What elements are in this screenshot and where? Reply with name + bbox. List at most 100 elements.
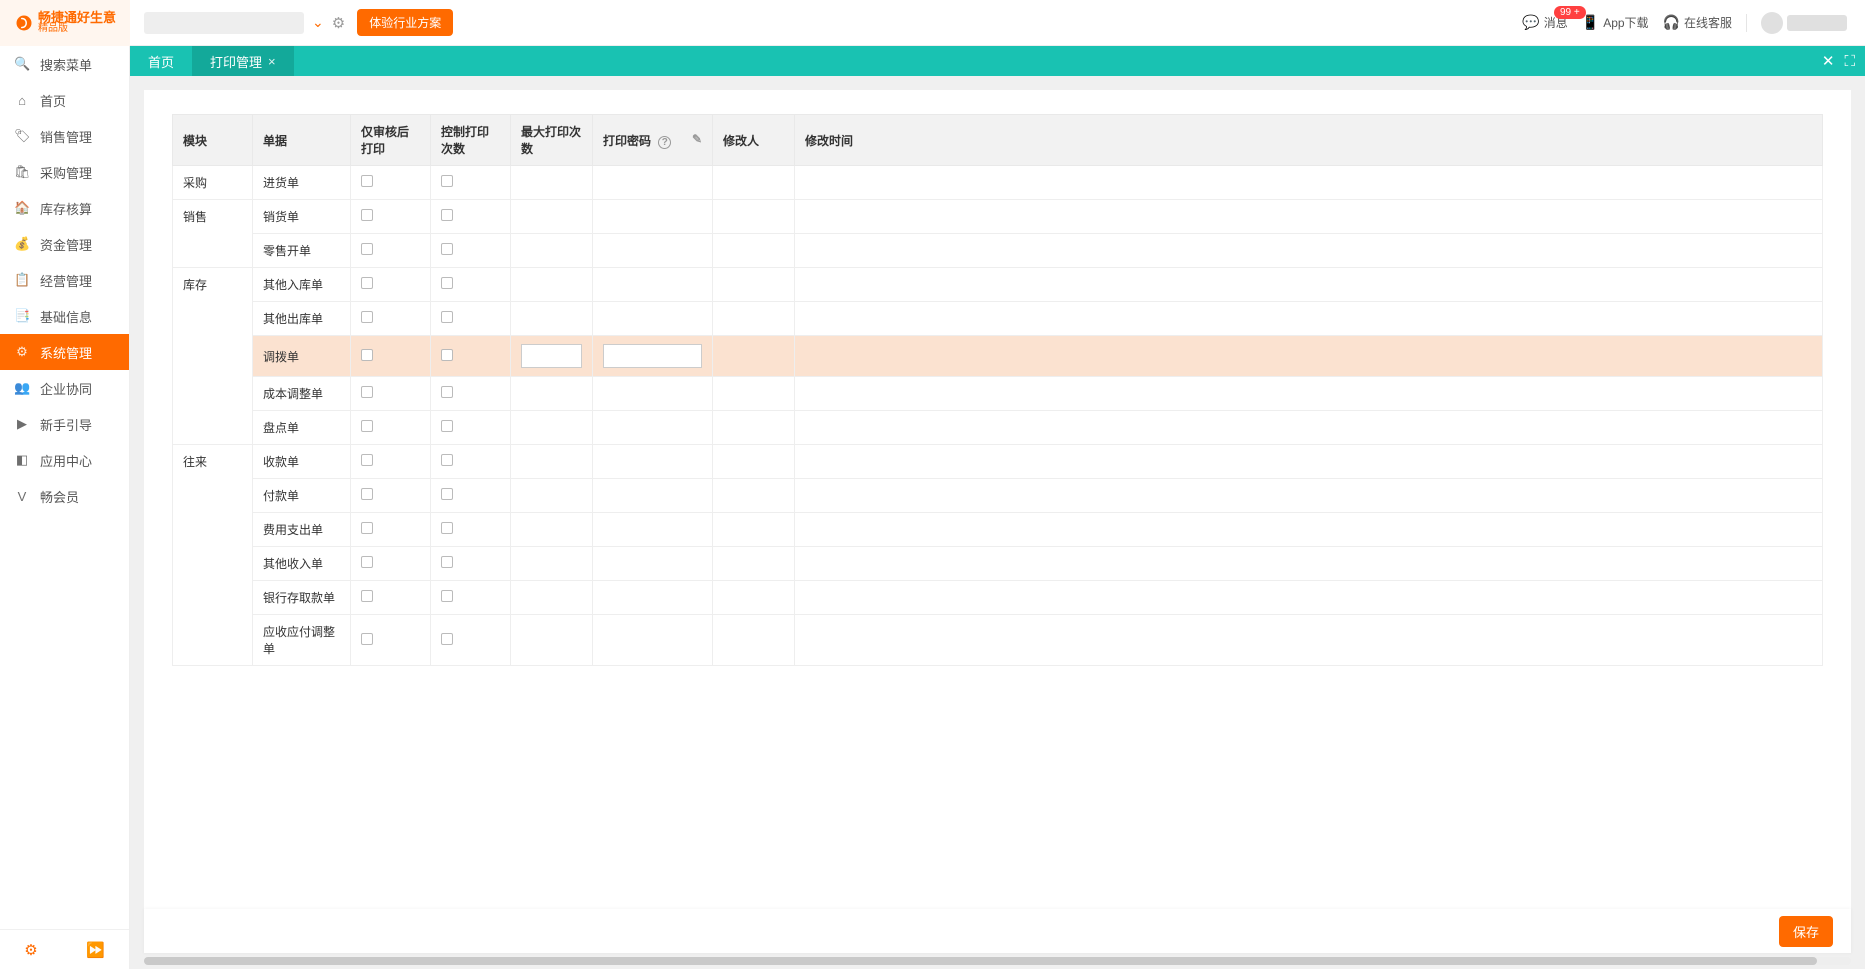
sidebar-item-8[interactable]: ⚙系统管理 — [0, 334, 129, 370]
messages-button[interactable]: 💬 消息 99 + — [1522, 14, 1567, 31]
table-row[interactable]: 盘点单 — [173, 411, 1823, 445]
checkbox[interactable] — [441, 420, 453, 432]
checkbox[interactable] — [441, 454, 453, 466]
team-icon: 👥 — [14, 380, 30, 396]
phone-icon: 📱 — [1582, 14, 1599, 31]
top-header: 畅捷通好生意 精品版 ⌄ ⚙ 体验行业方案 💬 消息 99 + 📱 App下载 … — [0, 0, 1865, 46]
checkbox[interactable] — [361, 590, 373, 602]
table-row[interactable]: 销售销货单 — [173, 200, 1823, 234]
user-menu[interactable] — [1761, 12, 1847, 34]
password-cell — [593, 445, 713, 479]
sidebar-item-5[interactable]: 💰资金管理 — [0, 226, 129, 262]
tab-label: 首页 — [148, 52, 174, 71]
checkbox[interactable] — [361, 556, 373, 568]
table-row[interactable]: 成本调整单 — [173, 377, 1823, 411]
checkbox[interactable] — [361, 454, 373, 466]
fullscreen-icon[interactable]: ⛶ — [1844, 53, 1855, 70]
modtime-cell — [795, 200, 1823, 234]
sidebar-item-0[interactable]: 🔍搜索菜单 — [0, 46, 129, 82]
checkbox[interactable] — [361, 175, 373, 187]
audit-cell — [351, 200, 431, 234]
checkbox[interactable] — [361, 277, 373, 289]
app-download-button[interactable]: 📱 App下载 — [1582, 14, 1649, 31]
settings-icon[interactable]: ⚙ — [24, 941, 37, 959]
tab-close-icon[interactable]: × — [268, 54, 276, 69]
org-selector[interactable]: ⌄ ⚙ — [144, 12, 345, 34]
checkbox[interactable] — [361, 349, 373, 361]
table-row[interactable]: 库存其他入库单 — [173, 268, 1823, 302]
checkbox[interactable] — [361, 243, 373, 255]
table-row[interactable]: 付款单 — [173, 479, 1823, 513]
tab-close-all-icon[interactable]: ✕ — [1822, 52, 1835, 70]
password-cell — [593, 302, 713, 336]
footer-bar: 保存 — [144, 909, 1851, 953]
sidebar-item-9[interactable]: 👥企业协同 — [0, 370, 129, 406]
sidebar-item-4[interactable]: 🏠库存核算 — [0, 190, 129, 226]
sidebar-item-11[interactable]: ◧应用中心 — [0, 442, 129, 478]
industry-plan-button[interactable]: 体验行业方案 — [357, 9, 453, 36]
table-row[interactable]: 零售开单 — [173, 234, 1823, 268]
sidebar-item-1[interactable]: ⌂首页 — [0, 82, 129, 118]
scrollbar-thumb[interactable] — [144, 957, 1817, 965]
table-row[interactable]: 调拨单 — [173, 336, 1823, 377]
modtime-cell — [795, 445, 1823, 479]
checkbox[interactable] — [441, 311, 453, 323]
checkbox[interactable] — [361, 386, 373, 398]
table-row[interactable]: 采购进货单 — [173, 166, 1823, 200]
sidebar-item-2[interactable]: 🏷销售管理 — [0, 118, 129, 154]
checkbox[interactable] — [361, 311, 373, 323]
checkbox[interactable] — [441, 349, 453, 361]
sidebar-item-label: 首页 — [40, 91, 66, 110]
horizontal-scrollbar[interactable] — [144, 957, 1851, 965]
checkbox[interactable] — [441, 488, 453, 500]
checkbox[interactable] — [361, 633, 373, 645]
modifier-cell — [713, 302, 795, 336]
avatar — [1761, 12, 1783, 34]
table-header-row: 模块 单据 仅审核后打印 控制打印次数 最大打印次数 打印密码 ? ✎ 修改人 … — [173, 115, 1823, 166]
help-icon[interactable]: ? — [658, 136, 671, 149]
sidebar-item-6[interactable]: 📋经营管理 — [0, 262, 129, 298]
table-row[interactable]: 其他出库单 — [173, 302, 1823, 336]
checkbox[interactable] — [441, 522, 453, 534]
sidebar-item-10[interactable]: ▶新手引导 — [0, 406, 129, 442]
table-row[interactable]: 往来收款单 — [173, 445, 1823, 479]
gear-icon[interactable]: ⚙ — [332, 14, 345, 32]
table-row[interactable]: 应收应付调整单 — [173, 615, 1823, 666]
maxtimes-cell — [511, 479, 593, 513]
password-cell[interactable] — [593, 336, 713, 377]
checkbox[interactable] — [441, 633, 453, 645]
table-row[interactable]: 费用支出单 — [173, 513, 1823, 547]
edit-column-icon[interactable]: ✎ — [692, 132, 702, 146]
checkbox[interactable] — [441, 277, 453, 289]
module-cell: 采购 — [173, 166, 253, 200]
sidebar-item-7[interactable]: 📑基础信息 — [0, 298, 129, 334]
checkbox[interactable] — [441, 556, 453, 568]
table-row[interactable]: 银行存取款单 — [173, 581, 1823, 615]
sidebar-item-label: 经营管理 — [40, 271, 92, 290]
save-button[interactable]: 保存 — [1779, 916, 1833, 947]
brand: 畅捷通好生意 精品版 — [0, 0, 130, 46]
tab-0[interactable]: 首页 — [130, 46, 192, 76]
checkbox[interactable] — [361, 522, 373, 534]
tab-1[interactable]: 打印管理× — [192, 46, 294, 76]
doc-cell: 付款单 — [253, 479, 351, 513]
checkbox[interactable] — [361, 209, 373, 221]
modtime-cell — [795, 336, 1823, 377]
maxtimes-input[interactable] — [521, 344, 582, 368]
sidebar-item-3[interactable]: 🛍采购管理 — [0, 154, 129, 190]
checkbox[interactable] — [441, 243, 453, 255]
checkbox[interactable] — [361, 488, 373, 500]
password-input[interactable] — [603, 344, 702, 368]
checkbox[interactable] — [441, 209, 453, 221]
online-service-button[interactable]: 🎧 在线客服 — [1663, 14, 1732, 31]
checkbox[interactable] — [441, 175, 453, 187]
control-cell — [431, 615, 511, 666]
checkbox[interactable] — [441, 386, 453, 398]
collapse-icon[interactable]: ⏩ — [86, 941, 105, 959]
table-row[interactable]: 其他收入单 — [173, 547, 1823, 581]
sidebar-item-12[interactable]: V畅会员 — [0, 478, 129, 514]
password-cell — [593, 166, 713, 200]
maxtimes-cell[interactable] — [511, 336, 593, 377]
checkbox[interactable] — [361, 420, 373, 432]
checkbox[interactable] — [441, 590, 453, 602]
